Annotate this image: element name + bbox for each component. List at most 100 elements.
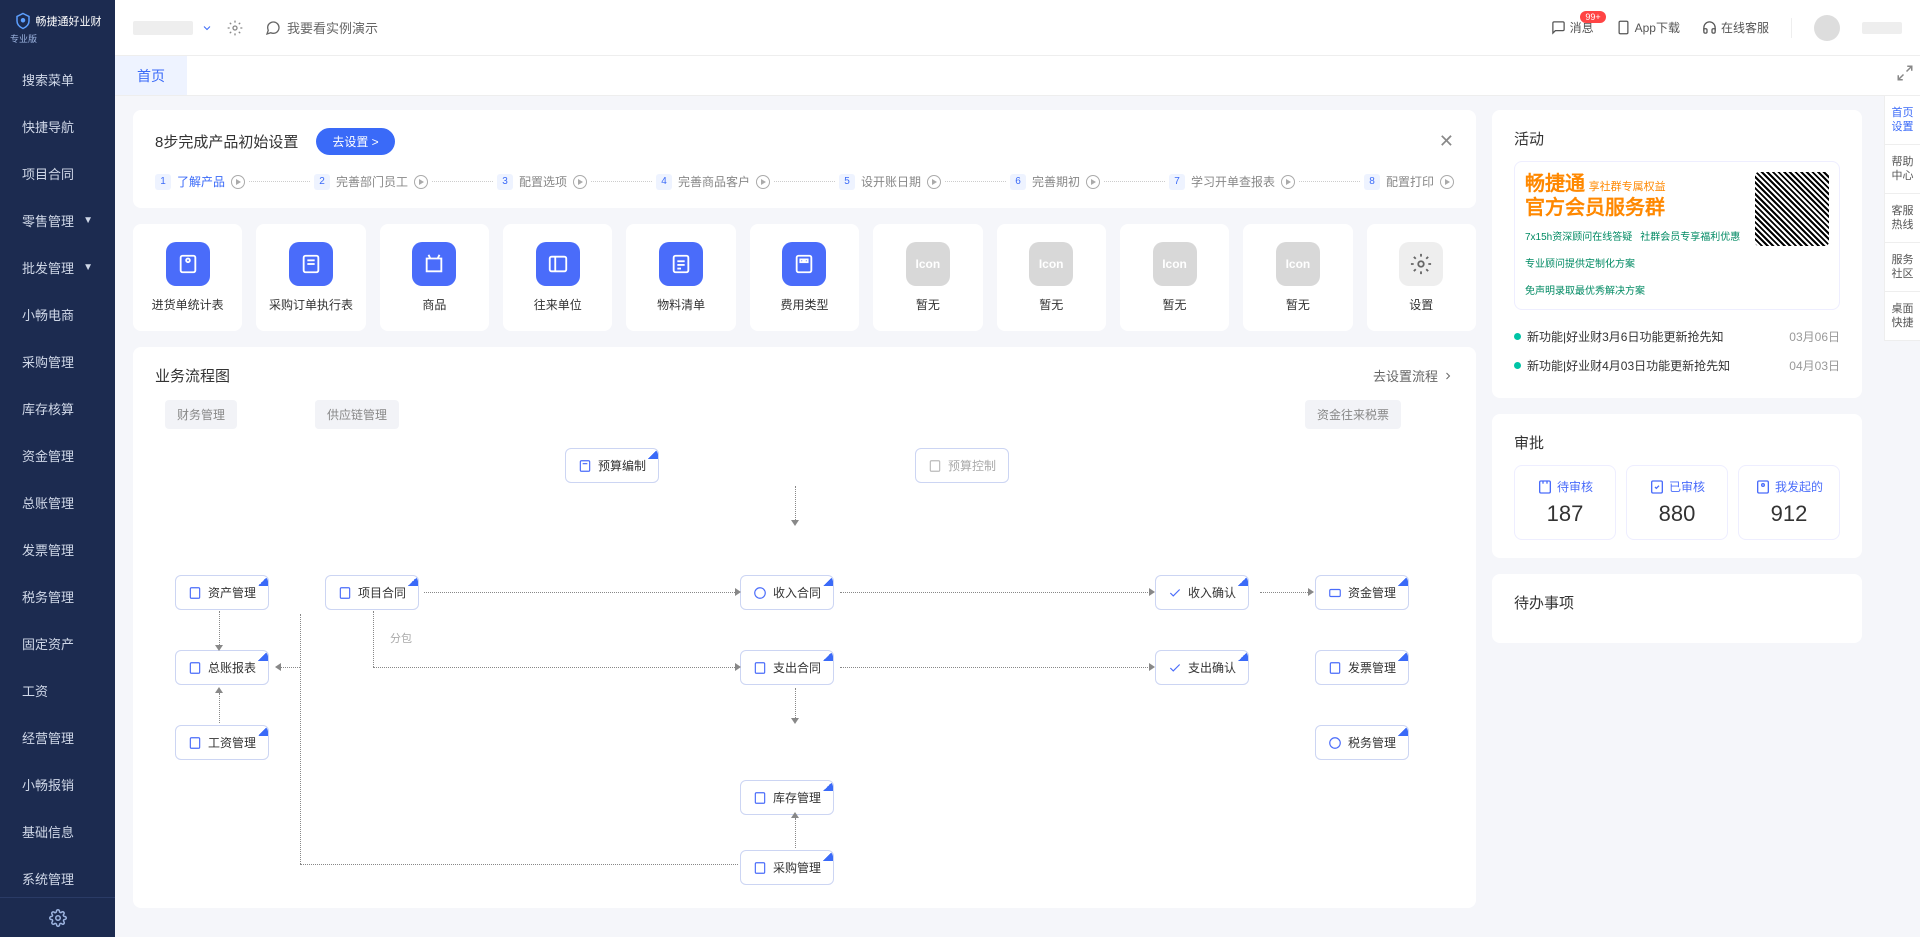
org-settings-icon[interactable] bbox=[227, 20, 243, 36]
play-icon bbox=[414, 175, 428, 189]
news-item[interactable]: 新功能|好业财4月03日功能更新抢先知 04月03日 bbox=[1514, 351, 1840, 380]
subcontract-label: 分包 bbox=[390, 630, 412, 646]
node-expense-contract[interactable]: 支出合同 bbox=[740, 650, 834, 685]
shortcut-icon: Icon bbox=[1153, 242, 1197, 286]
node-gl-report[interactable]: 总账报表 bbox=[175, 650, 269, 685]
setup-step[interactable]: 3配置选项 bbox=[497, 173, 587, 190]
messages-button[interactable]: 消息 99+ bbox=[1551, 19, 1594, 36]
nav-item[interactable]: 采购管理 bbox=[0, 338, 115, 385]
messages-badge: 99+ bbox=[1580, 11, 1605, 23]
dot-icon bbox=[1514, 362, 1521, 369]
shortcut-settings[interactable]: 设置 bbox=[1367, 224, 1476, 331]
nav-item[interactable]: 基础信息 bbox=[0, 808, 115, 855]
caret-down-icon: ▼ bbox=[83, 262, 93, 273]
setup-step[interactable]: 7学习开单查报表 bbox=[1169, 173, 1295, 190]
demo-link[interactable]: 我要看实例演示 bbox=[265, 18, 378, 37]
caret-down-icon: ▼ bbox=[83, 215, 93, 226]
nav-item[interactable]: 系统管理 bbox=[0, 855, 115, 897]
node-fund[interactable]: 资金管理 bbox=[1315, 575, 1409, 610]
node-inventory[interactable]: 库存管理 bbox=[740, 780, 834, 815]
edition-label: 专业版 bbox=[10, 32, 37, 45]
flow-body: 预算管理 财务管理 项目管理 资金往来税票 供应链管理 预算编制 预算控制 资产… bbox=[155, 400, 1454, 890]
nav-item[interactable]: 批发管理▼ bbox=[0, 244, 115, 291]
org-switcher[interactable] bbox=[133, 21, 213, 35]
shortcut-icon: Icon bbox=[906, 242, 950, 286]
nav-item[interactable]: 小畅报销 bbox=[0, 761, 115, 808]
nav-item[interactable]: 发票管理 bbox=[0, 526, 115, 573]
shortcut-item[interactable]: Icon暂无 bbox=[1243, 224, 1352, 331]
activity-banner[interactable]: 畅捷通 享社群专属权益 官方会员服务群 7x15h资深顾问在线答疑 社群会员专享… bbox=[1514, 161, 1840, 310]
setup-title: 8步完成产品初始设置 bbox=[155, 131, 298, 152]
rail-hotline[interactable]: 客服热线 bbox=[1885, 194, 1920, 243]
node-project-contract[interactable]: 项目合同 bbox=[325, 575, 419, 610]
setup-step[interactable]: 4完善商品客户 bbox=[656, 173, 770, 190]
node-income-confirm[interactable]: 收入确认 bbox=[1155, 575, 1249, 610]
node-invoice[interactable]: 发票管理 bbox=[1315, 650, 1409, 685]
rail-help[interactable]: 帮助中心 bbox=[1885, 145, 1920, 194]
shortcut-item[interactable]: 商品 bbox=[380, 224, 489, 331]
play-icon bbox=[231, 175, 245, 189]
todo-title: 待办事项 bbox=[1514, 592, 1840, 613]
nav-item[interactable]: 工资 bbox=[0, 667, 115, 714]
node-expense-confirm[interactable]: 支出确认 bbox=[1155, 650, 1249, 685]
shortcut-icon bbox=[412, 242, 456, 286]
play-icon bbox=[573, 175, 587, 189]
flowchart-card: 业务流程图 去设置流程 预算管理 财务管理 项目管理 bbox=[133, 347, 1476, 908]
app-download-button[interactable]: App下载 bbox=[1616, 19, 1680, 36]
setup-step[interactable]: 6完善期初 bbox=[1010, 173, 1100, 190]
rail-home-settings[interactable]: 首页设置 bbox=[1885, 96, 1920, 145]
node-purchase[interactable]: 采购管理 bbox=[740, 850, 834, 885]
support-button[interactable]: 在线客服 bbox=[1702, 19, 1769, 36]
sidebar-settings[interactable] bbox=[0, 897, 115, 937]
nav-item[interactable]: 零售管理▼ bbox=[0, 197, 115, 244]
dot-icon bbox=[1514, 333, 1521, 340]
avatar[interactable] bbox=[1814, 15, 1840, 41]
tab-home[interactable]: 首页 bbox=[115, 56, 187, 95]
setup-step[interactable]: 1了解产品 bbox=[155, 173, 245, 190]
setup-go-button[interactable]: 去设置 > bbox=[316, 128, 394, 155]
nav-item[interactable]: 固定资产 bbox=[0, 620, 115, 667]
nav-item[interactable]: 资金管理 bbox=[0, 432, 115, 479]
node-tax[interactable]: 税务管理 bbox=[1315, 725, 1409, 760]
nav-item[interactable]: 总账管理 bbox=[0, 479, 115, 526]
lane-finance: 财务管理 bbox=[165, 400, 237, 429]
rail-desktop[interactable]: 桌面快捷 bbox=[1885, 292, 1920, 341]
approval-tile[interactable]: 已审核880 bbox=[1626, 465, 1728, 540]
shortcut-item[interactable]: Icon暂无 bbox=[1120, 224, 1229, 331]
news-item[interactable]: 新功能|好业财3月6日功能更新抢先知 03月06日 bbox=[1514, 322, 1840, 351]
nav-item[interactable]: 经营管理 bbox=[0, 714, 115, 761]
nav-item[interactable]: 项目合同 bbox=[0, 150, 115, 197]
setup-step[interactable]: 8配置打印 bbox=[1364, 173, 1454, 190]
node-income-contract[interactable]: 收入合同 bbox=[740, 575, 834, 610]
node-asset[interactable]: 资产管理 bbox=[175, 575, 269, 610]
nav-item[interactable]: 快捷导航 bbox=[0, 103, 115, 150]
nav-item[interactable]: 库存核算 bbox=[0, 385, 115, 432]
nav-item[interactable]: 税务管理 bbox=[0, 573, 115, 620]
shortcut-item[interactable]: 物料清单 bbox=[626, 224, 735, 331]
node-budget-ctrl[interactable]: 预算控制 bbox=[915, 448, 1009, 483]
shortcut-item[interactable]: 往来单位 bbox=[503, 224, 612, 331]
sidebar: 畅捷通好业财 专业版 搜索菜单快捷导航项目合同零售管理▼批发管理▼小畅电商采购管… bbox=[0, 0, 115, 937]
node-budget-make[interactable]: 预算编制 bbox=[565, 448, 659, 483]
shortcut-item[interactable]: Icon暂无 bbox=[997, 224, 1106, 331]
shortcut-item[interactable]: Icon暂无 bbox=[873, 224, 982, 331]
shortcut-icon bbox=[1399, 242, 1443, 286]
approval-tile[interactable]: 待审核187 bbox=[1514, 465, 1616, 540]
node-salary[interactable]: 工资管理 bbox=[175, 725, 269, 760]
approval-tile[interactable]: 我发起的912 bbox=[1738, 465, 1840, 540]
setup-step[interactable]: 2完善部门员工 bbox=[314, 173, 428, 190]
nav-item[interactable]: 搜索菜单 bbox=[0, 56, 115, 103]
shortcut-item[interactable]: 采购订单执行表 bbox=[256, 224, 365, 331]
close-icon[interactable]: ✕ bbox=[1439, 131, 1454, 152]
setup-step[interactable]: 5设开账日期 bbox=[839, 173, 941, 190]
rail-community[interactable]: 服务社区 bbox=[1885, 243, 1920, 292]
logo-area: 畅捷通好业财 专业版 bbox=[0, 0, 115, 56]
play-icon bbox=[1440, 175, 1454, 189]
shortcut-icon: Icon bbox=[1276, 242, 1320, 286]
expand-icon[interactable] bbox=[1896, 64, 1914, 82]
nav-item[interactable]: 小畅电商 bbox=[0, 291, 115, 338]
shortcut-item[interactable]: 进货单统计表 bbox=[133, 224, 242, 331]
flow-config-link[interactable]: 去设置流程 bbox=[1373, 366, 1454, 385]
shortcut-icon bbox=[166, 242, 210, 286]
shortcut-item[interactable]: 费用类型 bbox=[750, 224, 859, 331]
